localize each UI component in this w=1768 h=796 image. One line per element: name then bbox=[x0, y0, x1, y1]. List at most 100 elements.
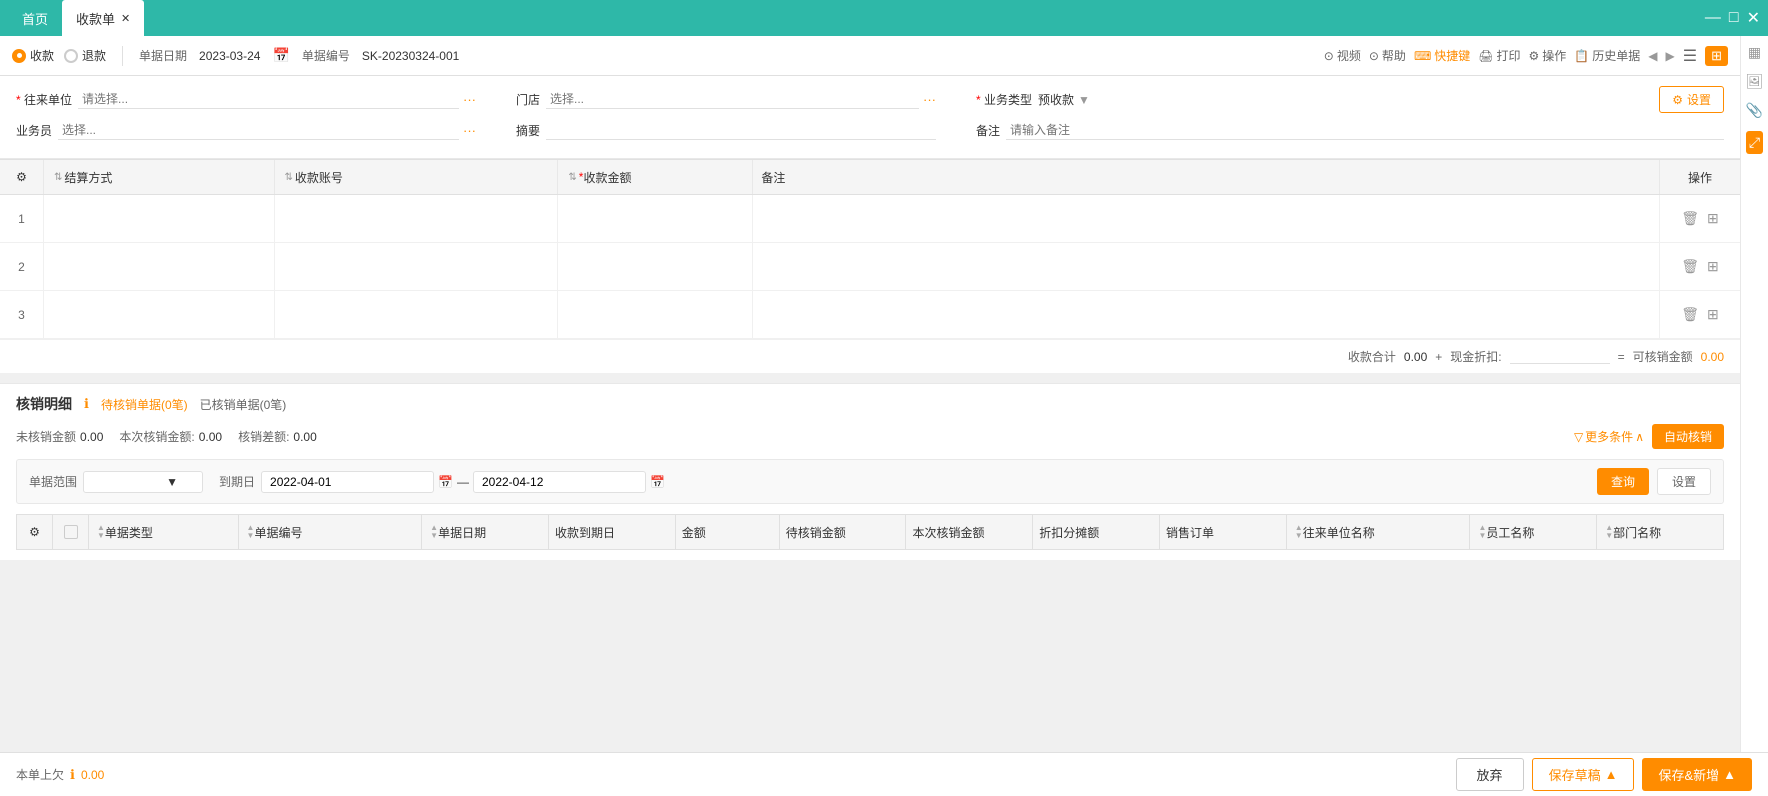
next-icon[interactable]: ▶ bbox=[1666, 49, 1675, 63]
sidebar-image-icon[interactable]: 🖼 bbox=[1746, 73, 1764, 90]
auto-cancel-btn[interactable]: 自动核销 bbox=[1652, 424, 1724, 449]
list-view-icon[interactable]: ☰ bbox=[1683, 46, 1697, 66]
delete-row-1-icon[interactable]: 🗑 bbox=[1681, 210, 1699, 227]
footer-left: 本单上欠 ℹ 0.00 bbox=[16, 766, 104, 783]
filter-buttons: 查询 设置 bbox=[1597, 468, 1711, 495]
staff-more-btn[interactable]: ··· bbox=[463, 123, 476, 138]
abstract-input[interactable] bbox=[546, 121, 936, 140]
verify-info-icon[interactable]: ℹ bbox=[84, 396, 89, 412]
verified-tag[interactable]: 已核销单据(0笔) bbox=[200, 396, 287, 413]
shop-input[interactable] bbox=[546, 90, 919, 109]
shop-more-btn[interactable]: ··· bbox=[923, 92, 936, 107]
tab-close-icon[interactable]: ✕ bbox=[121, 12, 130, 25]
td-account-2[interactable] bbox=[275, 243, 559, 290]
range-select[interactable]: ▼ bbox=[83, 471, 203, 493]
diff-stat: 核销差额: 0.00 bbox=[238, 428, 317, 445]
td-remarks-2[interactable] bbox=[753, 243, 1660, 290]
copy-row-1-icon[interactable]: ⊞ bbox=[1707, 210, 1719, 227]
receipt-table: ⚙ ⇅ 结算方式 ⇅ 收款账号 ⇅ * 收款金额 备注 操作 1 bbox=[0, 159, 1740, 373]
table-header: ⚙ ⇅ 结算方式 ⇅ 收款账号 ⇅ * 收款金额 备注 操作 bbox=[0, 159, 1740, 195]
delete-row-3-icon[interactable]: 🗑 bbox=[1681, 306, 1699, 323]
check-all-checkbox[interactable] bbox=[64, 525, 78, 539]
table-row: 2 🗑 ⊞ bbox=[0, 243, 1740, 291]
delete-row-2-icon[interactable]: 🗑 bbox=[1681, 258, 1699, 275]
filter-settings-btn[interactable]: 设置 bbox=[1657, 468, 1711, 495]
td-settlement-1[interactable] bbox=[44, 195, 275, 242]
cal-from-icon[interactable]: 📅 bbox=[438, 475, 453, 489]
td-amount-1[interactable] bbox=[558, 195, 753, 242]
business-type-dropdown-icon[interactable]: ▼ bbox=[1078, 93, 1090, 107]
td-remarks-1[interactable] bbox=[753, 195, 1660, 242]
settings-button[interactable]: ⚙ 设置 bbox=[1659, 86, 1724, 113]
save-new-dropdown-icon[interactable]: ▲ bbox=[1723, 767, 1736, 782]
td-num-2: 2 bbox=[0, 243, 44, 290]
date-from-input[interactable] bbox=[261, 471, 434, 493]
bth-settings[interactable]: ⚙ bbox=[17, 515, 53, 549]
query-btn[interactable]: 查询 bbox=[1597, 468, 1649, 495]
bth-type: ▲▼ 单据类型 bbox=[89, 515, 239, 549]
tab-home[interactable]: 首页 bbox=[8, 0, 62, 36]
td-amount-2[interactable] bbox=[558, 243, 753, 290]
copy-row-2-icon[interactable]: ⊞ bbox=[1707, 258, 1719, 275]
uncancelled-value: 0.00 bbox=[80, 430, 103, 444]
remark-input[interactable] bbox=[1006, 121, 1724, 140]
minimize-icon[interactable]: — bbox=[1705, 9, 1721, 27]
main-content: 收款 退款 单据日期 2023-03-24 📅 单据编号 SK-20230324… bbox=[0, 36, 1740, 604]
table-row: 3 🗑 ⊞ bbox=[0, 291, 1740, 339]
net-value: 0.00 bbox=[1701, 350, 1724, 364]
save-new-btn[interactable]: 保存&新增 ▲ bbox=[1642, 758, 1752, 791]
grid-view-icon[interactable]: ⊞ bbox=[1705, 46, 1728, 66]
date-range: 📅 — 📅 bbox=[261, 471, 665, 493]
partner-more-btn[interactable]: ··· bbox=[463, 92, 476, 107]
bth-due: 收款到期日 bbox=[549, 515, 676, 549]
staff-input[interactable] bbox=[58, 121, 459, 140]
row-num-1: 1 bbox=[18, 212, 25, 226]
copy-row-3-icon[interactable]: ⊞ bbox=[1707, 306, 1719, 323]
th-remarks: 备注 bbox=[753, 160, 1660, 194]
right-sidebar: ▦ 🖼 📎 ⤢ bbox=[1740, 36, 1768, 752]
td-account-1[interactable] bbox=[275, 195, 559, 242]
sidebar-expand-icon[interactable]: ⤢ bbox=[1746, 131, 1763, 154]
tab-receipt[interactable]: 收款单 ✕ bbox=[62, 0, 144, 36]
prev-icon[interactable]: ◀ bbox=[1648, 49, 1657, 63]
td-settlement-2[interactable] bbox=[44, 243, 275, 290]
operations-btn[interactable]: ⚙ 操作 bbox=[1529, 47, 1567, 64]
discount-input[interactable] bbox=[1510, 349, 1610, 364]
row-num-2: 2 bbox=[18, 260, 25, 274]
close-icon[interactable]: ✕ bbox=[1747, 8, 1760, 28]
date-to-input[interactable] bbox=[473, 471, 646, 493]
td-settlement-3[interactable] bbox=[44, 291, 275, 338]
history-btn[interactable]: 📋 历史单据 bbox=[1574, 47, 1640, 64]
this-cancel-label: 本次核销金额: bbox=[119, 428, 194, 445]
help-btn[interactable]: ⊙ 帮助 bbox=[1369, 47, 1406, 64]
draft-btn[interactable]: 保存草稿 ▲ bbox=[1532, 758, 1635, 791]
cal-to-icon[interactable]: 📅 bbox=[650, 475, 665, 489]
refund-radio[interactable]: 退款 bbox=[64, 47, 106, 64]
sidebar-attachment-icon[interactable]: 📎 bbox=[1746, 102, 1763, 119]
td-amount-3[interactable] bbox=[558, 291, 753, 338]
abandon-btn[interactable]: 放弃 bbox=[1456, 758, 1524, 791]
video-btn[interactable]: ⊙ 视频 bbox=[1324, 47, 1361, 64]
maximize-icon[interactable]: □ bbox=[1729, 9, 1739, 27]
th-settings[interactable]: ⚙ bbox=[0, 160, 44, 194]
receipt-radio[interactable]: 收款 bbox=[12, 47, 54, 64]
footer-value: 0.00 bbox=[81, 768, 104, 782]
calendar-icon[interactable]: 📅 bbox=[272, 47, 289, 64]
more-conditions-btn[interactable]: ▽ 更多条件 ∧ bbox=[1574, 428, 1644, 445]
th-actions-label: 操作 bbox=[1688, 169, 1712, 186]
pending-tag[interactable]: 待核销单据(0笔) bbox=[101, 396, 188, 413]
shortcut-btn[interactable]: ⌨ 快捷键 bbox=[1414, 47, 1470, 64]
td-account-3[interactable] bbox=[275, 291, 559, 338]
bth-discount-label: 折扣分摊额 bbox=[1039, 524, 1099, 541]
print-btn[interactable]: 🖨 打印 bbox=[1478, 47, 1520, 64]
save-new-btn-label: 保存&新增 bbox=[1658, 765, 1719, 784]
partner-input[interactable] bbox=[78, 90, 459, 109]
footer-info-icon[interactable]: ℹ bbox=[70, 767, 75, 783]
shop-field: 门店 ··· bbox=[516, 90, 936, 109]
bth-check[interactable] bbox=[53, 515, 89, 549]
shortcut-label: 快捷键 bbox=[1434, 47, 1470, 64]
draft-dropdown-icon[interactable]: ▲ bbox=[1605, 767, 1618, 782]
td-remarks-3[interactable] bbox=[753, 291, 1660, 338]
sidebar-table-icon[interactable]: ▦ bbox=[1748, 44, 1761, 61]
bth-staff-label: 员工名称 bbox=[1486, 524, 1534, 541]
